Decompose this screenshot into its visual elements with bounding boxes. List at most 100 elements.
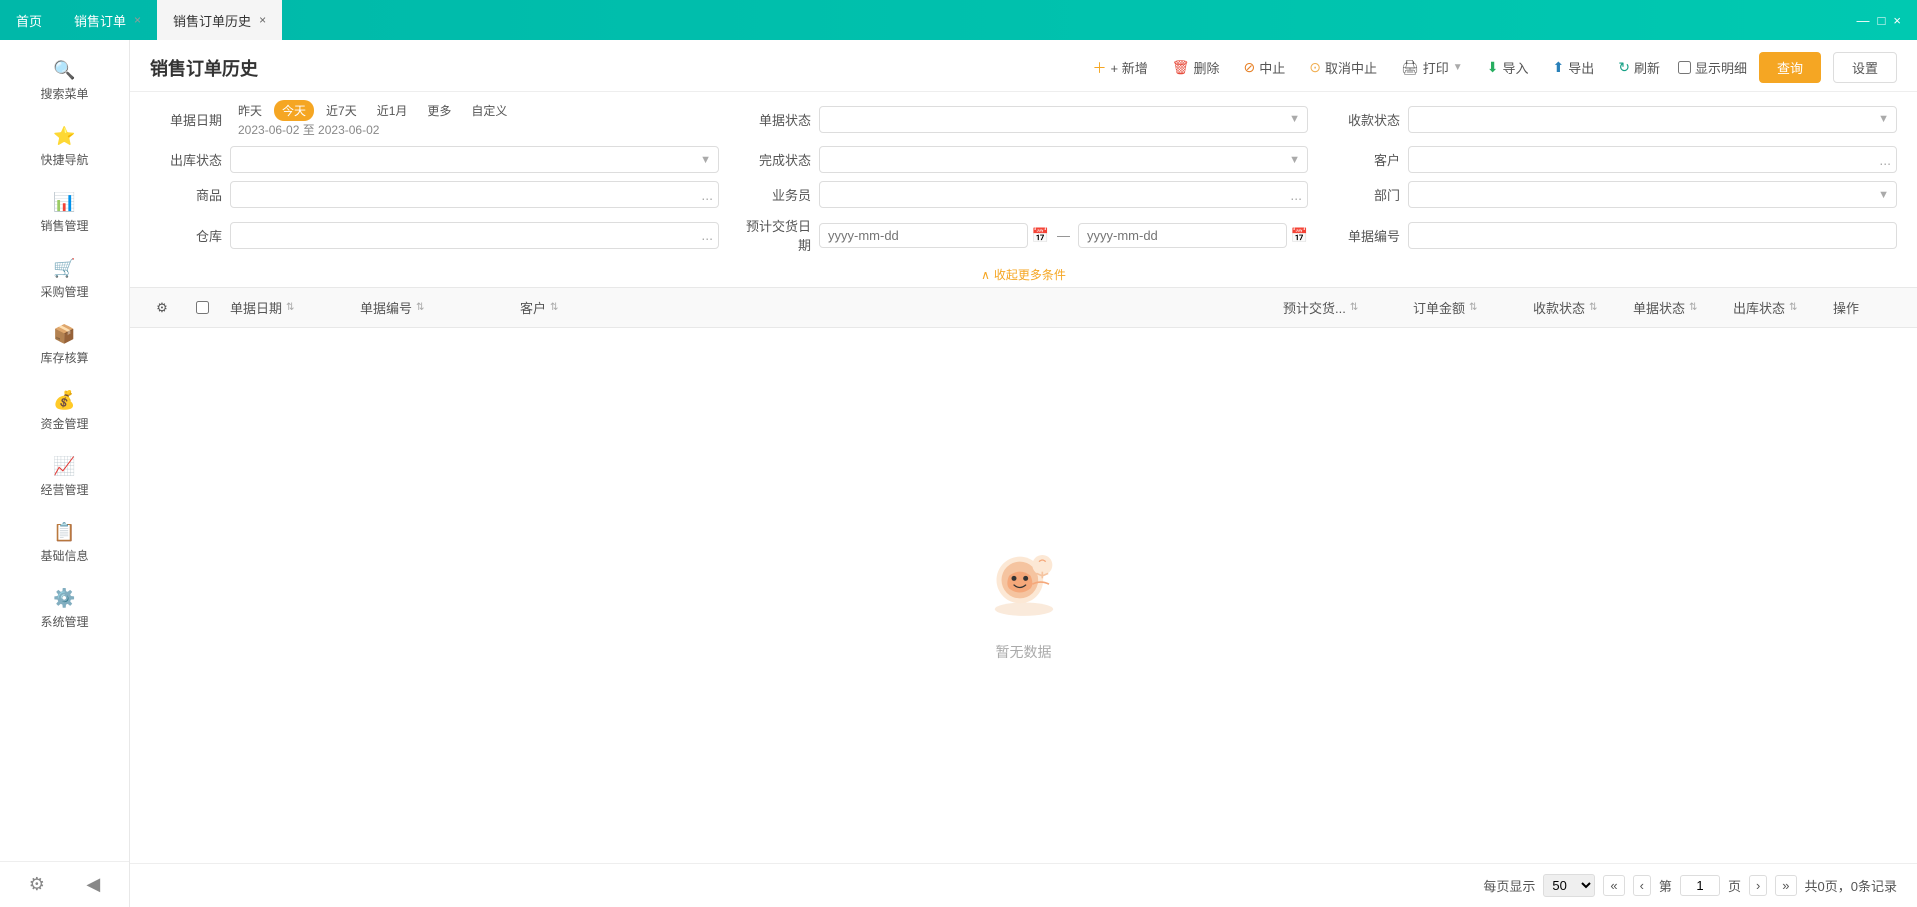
show-detail-checkbox[interactable]: 显示明细 <box>1678 58 1747 77</box>
sidebar: 🔍 搜索菜单 ⭐ 快捷导航 📊 销售管理 🛒 采购管理 📦 库存核算 💰 资金管… <box>0 40 130 907</box>
complete-status-label: 完成状态 <box>739 150 819 169</box>
table-checkbox-col[interactable] <box>182 288 222 327</box>
tab-sales-order[interactable]: 销售订单 × <box>58 0 157 40</box>
th-delivery: 预计交货... ⇅ <box>1275 288 1405 327</box>
th-payment-sort-icon[interactable]: ⇅ <box>1589 302 1597 313</box>
refresh-button[interactable]: ↻ 刷新 <box>1612 54 1666 81</box>
first-page-button[interactable]: « <box>1603 875 1624 896</box>
th-delivery-sort-icon[interactable]: ⇅ <box>1350 302 1358 313</box>
date-tab-7days[interactable]: 近7天 <box>318 100 365 121</box>
new-label: + 新增 <box>1110 58 1147 77</box>
show-detail-input[interactable] <box>1678 61 1691 74</box>
date-tab-custom[interactable]: 自定义 <box>463 100 515 121</box>
table-header: ⚙ 单据日期 ⇅ 单据编号 ⇅ 客户 ⇅ 预计交货... <box>130 287 1917 328</box>
th-action-label: 操作 <box>1833 298 1859 317</box>
goods-input[interactable] <box>230 181 719 208</box>
empty-state: 暂无数据 <box>130 328 1917 863</box>
th-customer-sort-icon[interactable]: ⇅ <box>550 302 558 313</box>
complete-status-select[interactable] <box>819 146 1308 173</box>
dept-select[interactable] <box>1408 181 1897 208</box>
sidebar-item-basic-info[interactable]: 📋 基础信息 <box>0 510 129 576</box>
tab-sales-history-close[interactable]: × <box>259 13 266 27</box>
app-layout: 🔍 搜索菜单 ⭐ 快捷导航 📊 销售管理 🛒 采购管理 📦 库存核算 💰 资金管… <box>0 40 1917 907</box>
out-status-select[interactable] <box>230 146 719 173</box>
th-warehouse-sort-icon[interactable]: ⇅ <box>1789 302 1797 313</box>
import-button[interactable]: ⬇ 导入 <box>1481 54 1535 81</box>
sidebar-item-sales[interactable]: 📊 销售管理 <box>0 180 129 246</box>
table-settings-col[interactable]: ⚙ <box>142 288 182 327</box>
per-page-select[interactable]: 50 10 20 100 <box>1543 874 1595 897</box>
tab-home[interactable]: 首页 <box>0 0 58 40</box>
receipt-status-select[interactable] <box>1408 106 1897 133</box>
date-tab-today[interactable]: 今天 <box>274 100 314 121</box>
per-page-label: 每页显示 <box>1483 876 1535 895</box>
maximize-button[interactable]: □ <box>1878 13 1886 28</box>
delivery-date-from[interactable] <box>819 223 1028 248</box>
sidebar-collapse-icon[interactable]: ◀ <box>86 874 100 895</box>
th-amount-sort-icon[interactable]: ⇅ <box>1469 302 1477 313</box>
table-select-all[interactable] <box>196 301 209 314</box>
toolbar: ＋ + 新增 🗑 删除 ⊘ 中止 ⊙ 取消中止 🖨 打印 <box>1086 52 1897 83</box>
query-button[interactable]: 查询 <box>1759 52 1821 83</box>
export-button[interactable]: ⬆ 导出 <box>1546 54 1600 81</box>
collapse-row[interactable]: ∧ 收起更多条件 <box>150 262 1897 283</box>
salesperson-dots-button[interactable]: ... <box>1290 187 1302 203</box>
th-date: 单据日期 ⇅ <box>222 288 352 327</box>
cancel-stop-button[interactable]: ⊙ 取消中止 <box>1303 54 1383 81</box>
filter-complete-status: 完成状态 ▼ <box>739 146 1308 173</box>
th-number-sort-icon[interactable]: ⇅ <box>416 302 424 313</box>
customer-dots-button[interactable]: ... <box>1879 152 1891 168</box>
sidebar-item-inventory[interactable]: 📦 库存核算 <box>0 312 129 378</box>
th-date-sort-icon[interactable]: ⇅ <box>286 302 294 313</box>
bill-status-label: 单据状态 <box>739 110 819 129</box>
sidebar-item-operation[interactable]: 📈 经营管理 <box>0 444 129 510</box>
filter-row-2: 出库状态 ▼ 完成状态 ▼ <box>150 146 1897 173</box>
sidebar-item-search-menu[interactable]: 🔍 搜索菜单 <box>0 48 129 114</box>
delivery-date-to[interactable] <box>1078 223 1287 248</box>
warehouse-input[interactable] <box>230 222 719 249</box>
calendar-to-icon[interactable]: 📅 <box>1291 227 1308 244</box>
tab-sales-order-close[interactable]: × <box>134 13 141 27</box>
date-range: 2023-06-02 至 2023-06-02 <box>238 121 719 138</box>
prev-page-button[interactable]: ‹ <box>1633 875 1651 896</box>
th-customer: 客户 ⇅ <box>512 288 1275 327</box>
last-page-button[interactable]: » <box>1775 875 1796 896</box>
sidebar-settings-icon[interactable]: ⚙ <box>29 874 45 895</box>
bill-status-select[interactable] <box>819 106 1308 133</box>
sidebar-bottom: ⚙ ◀ <box>0 861 129 907</box>
current-page-input[interactable] <box>1680 875 1720 896</box>
warehouse-label: 仓库 <box>150 226 230 245</box>
delete-button[interactable]: 🗑 删除 <box>1166 54 1226 81</box>
customer-input[interactable] <box>1408 146 1897 173</box>
table-settings-icon[interactable]: ⚙ <box>156 300 168 316</box>
salesperson-input[interactable] <box>819 181 1308 208</box>
sidebar-item-finance[interactable]: 💰 资金管理 <box>0 378 129 444</box>
stop-button[interactable]: ⊘ 中止 <box>1238 54 1292 81</box>
next-page-button[interactable]: › <box>1749 875 1767 896</box>
window-controls: — □ × <box>1857 13 1917 28</box>
goods-dots-button[interactable]: ... <box>701 187 713 203</box>
delete-label: 删除 <box>1193 58 1219 77</box>
print-button[interactable]: 🖨 打印 ▼ <box>1395 54 1469 81</box>
topbar: 首页 销售订单 × 销售订单历史 × — □ × <box>0 0 1917 40</box>
customer-input-wrapper: ... <box>1408 146 1897 173</box>
sidebar-item-purchase[interactable]: 🛒 采购管理 <box>0 246 129 312</box>
th-status-label: 单据状态 <box>1633 298 1685 317</box>
calendar-from-icon[interactable]: 📅 <box>1032 227 1049 244</box>
settings-button[interactable]: 设置 <box>1833 52 1897 83</box>
window-close-button[interactable]: × <box>1893 13 1901 28</box>
filter-delivery-date: 预计交货日期 📅 — 📅 <box>739 216 1308 254</box>
tab-sales-history[interactable]: 销售订单历史 × <box>157 0 282 40</box>
date-tab-1month[interactable]: 近1月 <box>369 100 416 121</box>
th-status-sort-icon[interactable]: ⇅ <box>1689 302 1697 313</box>
sidebar-item-system[interactable]: ⚙️ 系统管理 <box>0 576 129 642</box>
warehouse-dots-button[interactable]: ... <box>701 227 713 243</box>
th-warehouse: 出库状态 ⇅ <box>1725 288 1825 327</box>
new-button[interactable]: ＋ + 新增 <box>1086 54 1153 82</box>
sidebar-item-quick-nav[interactable]: ⭐ 快捷导航 <box>0 114 129 180</box>
minimize-button[interactable]: — <box>1857 13 1870 28</box>
bill-number-input[interactable] <box>1408 222 1897 249</box>
date-tab-yesterday[interactable]: 昨天 <box>230 100 270 121</box>
date-tab-more[interactable]: 更多 <box>419 100 459 121</box>
filter-salesperson: 业务员 ... <box>739 181 1308 208</box>
